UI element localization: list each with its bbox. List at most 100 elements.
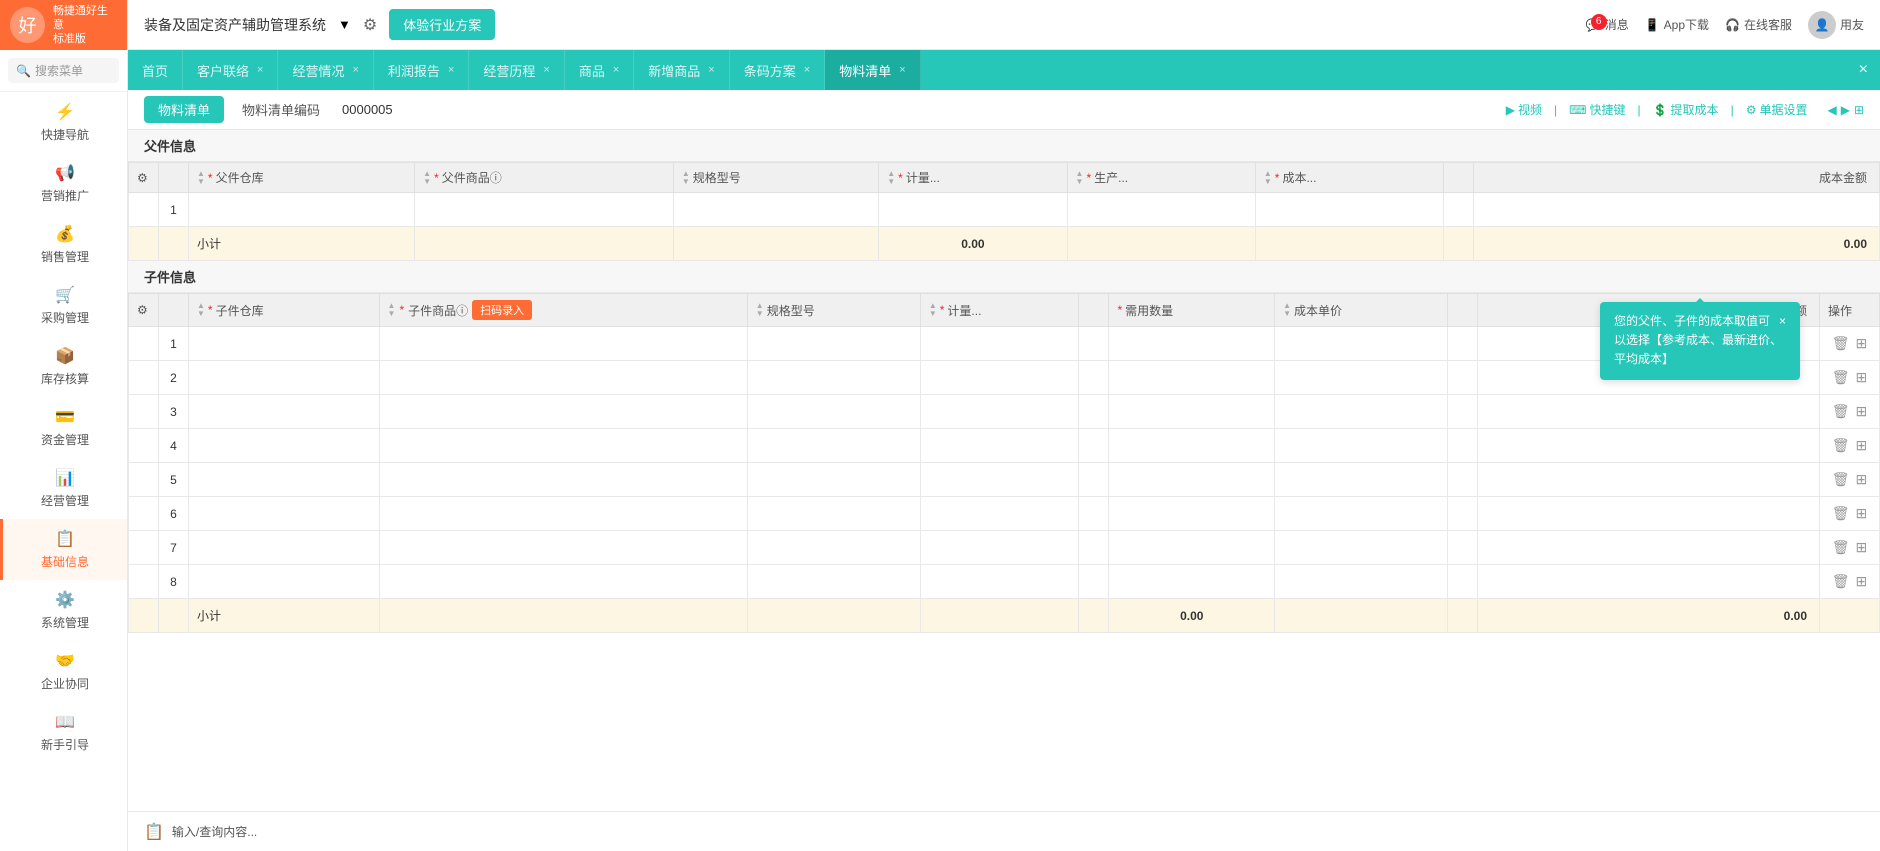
child-row-2-delete-icon[interactable]: 🗑 [1832,369,1850,386]
child-row-2-spec[interactable] [747,361,920,395]
tooltip-close-button[interactable]: × [1779,312,1786,331]
child-row-5-unit-cost[interactable] [1275,463,1448,497]
parent-col-setting[interactable]: ⚙ [129,163,159,193]
tab-history[interactable]: 经营历程 × [469,50,564,90]
child-row-5-qty[interactable] [1109,463,1275,497]
tab-close-history[interactable]: × [543,64,549,76]
sidebar-item-system[interactable]: ⚙️ 系统管理 [0,580,127,641]
child-row-3-qty[interactable] [1109,395,1275,429]
child-row-6-warehouse[interactable] [189,497,380,531]
parent-row-1-spec[interactable] [673,193,878,227]
child-row-3-copy-icon[interactable]: ⊞ [1856,403,1868,420]
child-row-1-unit[interactable] [920,327,1079,361]
child-row-7-unit[interactable] [920,531,1079,565]
sidebar-item-basic[interactable]: 📋 基础信息 [0,519,127,580]
sidebar-search[interactable]: 🔍 搜索菜单 [0,50,127,92]
child-row-4-unit-cost[interactable] [1275,429,1448,463]
parent-row-1-produce[interactable] [1067,193,1255,227]
child-row-6-unit-cost[interactable] [1275,497,1448,531]
sidebar-item-sales[interactable]: 💰 销售管理 [0,214,127,275]
child-row-1-product[interactable] [379,327,747,361]
child-row-6-unit[interactable] [920,497,1079,531]
tab-home[interactable]: 首页 [128,50,183,90]
sidebar-item-marketing[interactable]: 📢 营销推广 [0,153,127,214]
tab-close-customers[interactable]: × [257,64,263,76]
child-row-5-spec[interactable] [747,463,920,497]
child-row-8-copy-icon[interactable]: ⊞ [1856,573,1868,590]
experience-button[interactable]: 体验行业方案 [389,9,495,40]
child-row-1-unit-cost[interactable] [1275,327,1448,361]
parent-row-1-cost[interactable] [1255,193,1443,227]
child-row-7-delete-icon[interactable]: 🗑 [1832,539,1850,556]
child-row-4-warehouse[interactable] [189,429,380,463]
child-row-2-copy-icon[interactable]: ⊞ [1856,369,1868,386]
parent-row-1-warehouse[interactable] [189,193,415,227]
child-row-8-spec[interactable] [747,565,920,599]
tab-close-new-products[interactable]: × [708,64,714,76]
tab-close-profit[interactable]: × [448,64,454,76]
settings-icon[interactable]: ⚙ [363,15,377,35]
parent-row-1-unit[interactable] [879,193,1067,227]
tab-customers[interactable]: 客户联络 × [183,50,278,90]
child-row-5-copy-icon[interactable]: ⊞ [1856,471,1868,488]
sidebar-item-collab[interactable]: 🤝 企业协同 [0,641,127,702]
child-row-3-unit[interactable] [920,395,1079,429]
child-row-6-copy-icon[interactable]: ⊞ [1856,505,1868,522]
child-row-8-unit-cost[interactable] [1275,565,1448,599]
child-row-3-product[interactable] [379,395,747,429]
tab-close-bom[interactable]: × [899,64,905,76]
child-row-8-qty[interactable] [1109,565,1275,599]
shortcut-action[interactable]: ⌨ 快捷键 [1569,101,1625,118]
child-row-1-copy-icon[interactable]: ⊞ [1856,335,1868,352]
child-row-8-unit[interactable] [920,565,1079,599]
tab-new-products[interactable]: 新增商品 × [634,50,729,90]
sidebar-item-quick-nav[interactable]: ⚡ 快捷导航 [0,92,127,153]
child-row-5-warehouse[interactable] [189,463,380,497]
child-row-7-copy-icon[interactable]: ⊞ [1856,539,1868,556]
child-row-5-product[interactable] [379,463,747,497]
tab-products[interactable]: 商品 × [565,50,634,90]
settings-action[interactable]: ⚙ 单据设置 [1746,101,1808,118]
sidebar-item-inventory[interactable]: 📦 库存核算 [0,336,127,397]
child-row-2-qty[interactable] [1109,361,1275,395]
tab-profit[interactable]: 利润报告 × [374,50,469,90]
sidebar-item-guide[interactable]: 📖 新手引导 [0,702,127,763]
child-row-4-product[interactable] [379,429,747,463]
child-row-3-spec[interactable] [747,395,920,429]
child-row-7-spec[interactable] [747,531,920,565]
child-row-2-product[interactable] [379,361,747,395]
child-row-3-unit-cost[interactable] [1275,395,1448,429]
topbar-dropdown[interactable]: ▼ [338,17,351,32]
support-item[interactable]: 🎧 在线客服 [1725,16,1792,33]
child-row-3-warehouse[interactable] [189,395,380,429]
tab-operations-status[interactable]: 经营情况 × [278,50,373,90]
child-row-4-spec[interactable] [747,429,920,463]
child-row-6-delete-icon[interactable]: 🗑 [1832,505,1850,522]
child-row-7-product[interactable] [379,531,747,565]
child-row-6-spec[interactable] [747,497,920,531]
scan-button[interactable]: 扫码录入 [472,300,532,320]
child-row-8-delete-icon[interactable]: 🗑 [1832,573,1850,590]
tab-close-operations[interactable]: × [352,64,358,76]
child-row-3-delete-icon[interactable]: 🗑 [1832,403,1850,420]
child-row-7-warehouse[interactable] [189,531,380,565]
app-download-item[interactable]: 📱 App下载 [1645,16,1709,33]
user-item[interactable]: 👤 用友 [1808,11,1864,39]
sidebar-item-operations[interactable]: 📊 经营管理 [0,458,127,519]
child-row-7-qty[interactable] [1109,531,1275,565]
child-row-5-unit[interactable] [920,463,1079,497]
child-row-2-unit[interactable] [920,361,1079,395]
tab-close-barcode[interactable]: × [804,64,810,76]
close-all-tabs[interactable]: × [1847,61,1880,79]
grid-view-icon[interactable]: ⊞ [1854,103,1864,117]
nav-next-icon[interactable]: ▶ [1841,103,1850,117]
child-row-8-warehouse[interactable] [189,565,380,599]
child-row-4-unit[interactable] [920,429,1079,463]
child-row-4-delete-icon[interactable]: 🗑 [1832,437,1850,454]
child-row-4-qty[interactable] [1109,429,1275,463]
message-item[interactable]: 💬 6 消息 [1586,16,1629,33]
child-col-setting[interactable]: ⚙ [129,294,159,327]
tab-bom[interactable]: 物料清单 × [825,50,920,90]
child-row-2-unit-cost[interactable] [1275,361,1448,395]
child-row-6-product[interactable] [379,497,747,531]
